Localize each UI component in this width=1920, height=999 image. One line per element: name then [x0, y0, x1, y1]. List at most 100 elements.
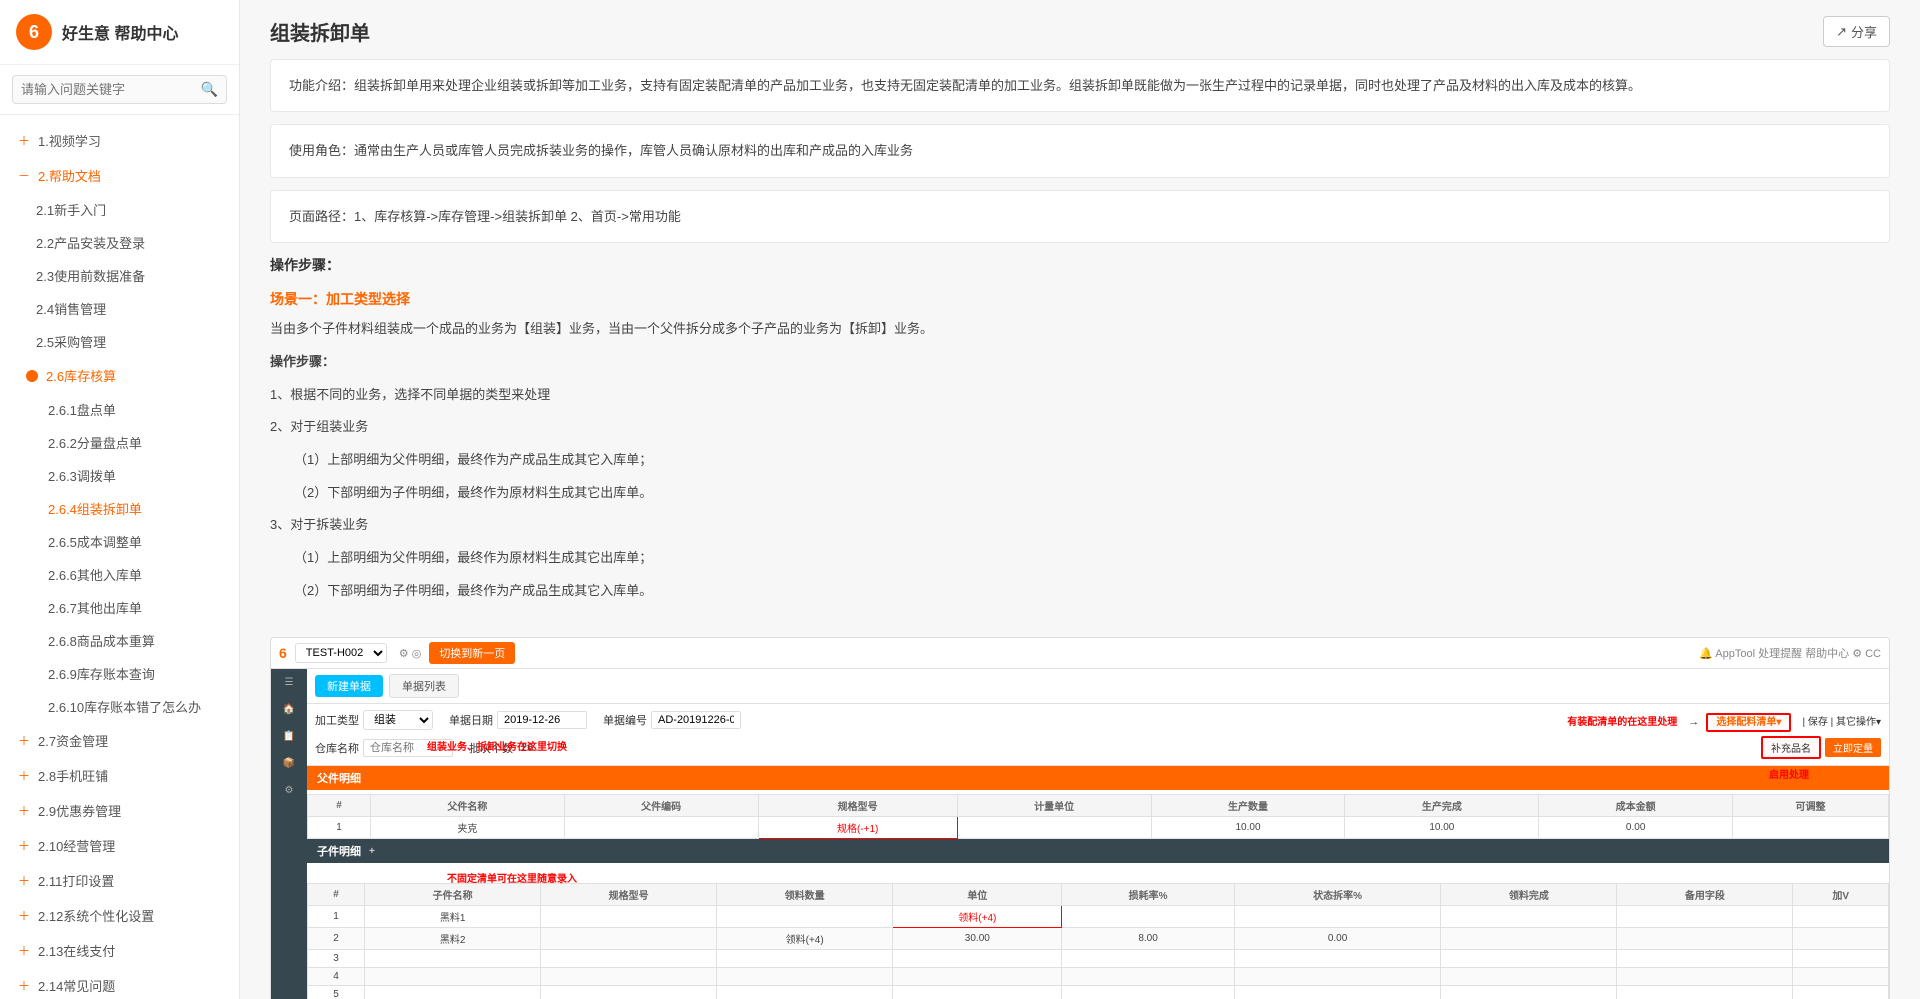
mock-tab-new[interactable]: 新建单据: [315, 675, 383, 697]
plus-icon: ＋: [16, 768, 32, 784]
screenshot-mock: 6 TEST-H002 ⚙ ◎ 切换到新一页 🔔 AppTool 处理提醒 帮助…: [271, 638, 1889, 999]
ops-title: 操作步骤：: [270, 255, 1890, 275]
sidebar-item-label: 2.9优惠券管理: [38, 801, 121, 820]
cell-b-qty: [717, 906, 893, 928]
col-b-num: #: [308, 884, 365, 906]
mock-mini-sidebar: ☰ 🏠 📋 📦 ⚙: [271, 669, 307, 999]
cell-b-rate: 0.00: [1234, 928, 1441, 950]
sidebar-item-label: 2.13在线支付: [38, 941, 115, 960]
sidebar-item-sub24[interactable]: 2.4销售管理: [0, 292, 239, 325]
mock-body: ☰ 🏠 📋 📦 ⚙ 新建单据 单据列表: [271, 669, 1889, 999]
sidebar-item-sub263[interactable]: 2.6.3调拨单: [0, 459, 239, 492]
sidebar-item-sub210[interactable]: ＋ 2.10经营管理: [0, 828, 239, 863]
mock-warehouse-label: 仓库名称: [315, 740, 359, 756]
sidebar-item-sub214[interactable]: ＋ 2.14常见问题: [0, 968, 239, 999]
mock-tab-list[interactable]: 单据列表: [389, 674, 459, 698]
scene1-title: 场景一：加工类型选择: [270, 289, 1890, 309]
mock-main: 新建单据 单据列表 加工类型 组装: [307, 669, 1889, 999]
cell-parent-name: 夹克: [370, 817, 564, 839]
sidebar-item-sub22[interactable]: 2.2产品安装及登录: [0, 226, 239, 259]
share-icon: ↗: [1836, 24, 1847, 40]
col-b-v: 加V: [1793, 884, 1889, 906]
cell-produce-qty: 10.00: [1151, 817, 1345, 839]
mock-bottom-table-area: # 子件名称 规格型号 领料数量 单位 损耗率% 状态拆率% 领料完成 备用字段: [307, 883, 1889, 999]
search-icon[interactable]: 🔍: [201, 81, 218, 98]
sidebar-item-sub266[interactable]: 2.6.6其他入库单: [0, 558, 239, 591]
sidebar-item-sub213[interactable]: ＋ 2.13在线支付: [0, 933, 239, 968]
mock-logo: 6: [279, 645, 287, 661]
mock-icons: ⚙ ◎: [399, 647, 422, 660]
step-3-2: （2）下部明细为子件明细，最终作为产成品生成其它入库单。: [270, 579, 1890, 604]
sidebar-item-docs[interactable]: － 2.帮助文档: [0, 158, 239, 193]
mock-sub-subheader: 子件明细 + 不固定清单可在这里随意录入: [307, 839, 1889, 863]
mock-date-input[interactable]: [497, 711, 587, 729]
sidebar-item-sub261[interactable]: 2.6.1盘点单: [0, 393, 239, 426]
plus-icon: ＋: [16, 943, 32, 959]
sidebar-item-sub268[interactable]: 2.6.8商品成本重算: [0, 624, 239, 657]
mock-code-input[interactable]: [651, 711, 741, 729]
mock-select-btn[interactable]: 选择配料清单▾: [1706, 713, 1791, 732]
cell-b-done: [1441, 928, 1617, 950]
mock-confirm-btn[interactable]: 立即定量: [1825, 738, 1881, 757]
mock-toolbar: 新建单据 单据列表: [307, 669, 1889, 704]
sidebar-item-sub23[interactable]: 2.3使用前数据准备: [0, 259, 239, 292]
logo-text: 好生意 帮助中心: [62, 20, 178, 44]
mock-sidebar-icon1: ☰: [271, 669, 307, 696]
sidebar-item-sub28[interactable]: ＋ 2.8手机旺铺: [0, 758, 239, 793]
cell-b-num: 2: [308, 928, 365, 950]
sidebar-item-sub2610[interactable]: 2.6.10库存账本错了怎么办: [0, 690, 239, 723]
share-button[interactable]: ↗ 分享: [1823, 16, 1890, 47]
share-label: 分享: [1851, 22, 1877, 41]
col-parent-name: 父件名称: [370, 795, 564, 817]
col-num: #: [308, 795, 371, 817]
sidebar-item-sub264[interactable]: 2.6.4组装拆卸单: [0, 492, 239, 525]
sidebar-item-sub21[interactable]: 2.1新手入门: [0, 193, 239, 226]
cell-unit: [957, 817, 1151, 839]
cell-parent-code: [564, 817, 758, 839]
sidebar-item-sub25[interactable]: 2.5采购管理: [0, 325, 239, 358]
sidebar-item-video[interactable]: ＋ 1.视频学习: [0, 123, 239, 158]
step-3-1: （1）上部明细为父件明细，最终作为原材料生成其它出库单；: [270, 546, 1890, 571]
cell-b-spec: [541, 928, 717, 950]
mock-switch-btn[interactable]: 切换到新一页: [429, 642, 515, 664]
step-2-1: （1）上部明细为父件明细，最终作为产成品生成其它入库单；: [270, 448, 1890, 473]
screenshot-container: 6 TEST-H002 ⚙ ◎ 切换到新一页 🔔 AppTool 处理提醒 帮助…: [270, 637, 1890, 999]
sidebar-item-label: 2.10经营管理: [38, 836, 115, 855]
sidebar-item-label: 2.14常见问题: [38, 976, 115, 995]
step-3: 3、对于拆装业务: [270, 513, 1890, 538]
sidebar-item-sub211[interactable]: ＋ 2.11打印设置: [0, 863, 239, 898]
cell-num: 1: [308, 817, 371, 839]
cell-b-num: 1: [308, 906, 365, 928]
path-text: 页面路径：1、库存核算->库存管理->组装拆卸单 2、首页->常用功能: [289, 209, 681, 224]
cell-b-loss: 8.00: [1062, 928, 1234, 950]
plus-icon: ＋: [16, 838, 32, 854]
cell-b-unit: 领料(+4): [893, 906, 1062, 928]
col-b-spec: 规格型号: [541, 884, 717, 906]
plus-icon: ＋: [16, 908, 32, 924]
mock-type-label: 加工类型: [315, 712, 359, 728]
sidebar-item-sub269[interactable]: 2.6.9库存账本查询: [0, 657, 239, 690]
sidebar-item-sub265[interactable]: 2.6.5成本调整单: [0, 525, 239, 558]
mock-type-select[interactable]: 组装: [363, 710, 433, 730]
mock-store-select[interactable]: TEST-H002: [295, 643, 387, 663]
sidebar-item-sub212[interactable]: ＋ 2.12系统个性化设置: [0, 898, 239, 933]
logo-area: 6 好生意 帮助中心: [0, 0, 239, 65]
sidebar-item-label: 2.7资金管理: [38, 731, 108, 750]
sidebar-item-sub262[interactable]: 2.6.2分量盘点单: [0, 426, 239, 459]
sidebar-item-sub27[interactable]: ＋ 2.7资金管理: [0, 723, 239, 758]
col-cost: 成本金额: [1539, 795, 1733, 817]
sidebar-item-sub267[interactable]: 2.6.7其他出库单: [0, 591, 239, 624]
sidebar-item-sub26[interactable]: 2.6库存核算: [0, 358, 239, 393]
sidebar-item-sub29[interactable]: ＋ 2.9优惠券管理: [0, 793, 239, 828]
mock-location-input[interactable]: 补充品名: [1761, 736, 1821, 759]
cell-b-done: [1441, 906, 1617, 928]
col-b-qty: 领料数量: [717, 884, 893, 906]
sidebar-item-label: 2.6库存核算: [46, 366, 116, 385]
search-input[interactable]: [21, 82, 201, 97]
plus-icon: ＋: [16, 873, 32, 889]
mock-topbar: 6 TEST-H002 ⚙ ◎ 切换到新一页 🔔 AppTool 处理提醒 帮助…: [271, 638, 1889, 669]
plus-icon: ＋: [16, 733, 32, 749]
cell-b-unit: 30.00: [893, 928, 1062, 950]
role-block: 使用角色：通常由生产人员或库管人员完成拆装业务的操作，库管人员确认原材料的出库和…: [270, 124, 1890, 177]
sidebar-item-label: 2.帮助文档: [38, 166, 101, 185]
